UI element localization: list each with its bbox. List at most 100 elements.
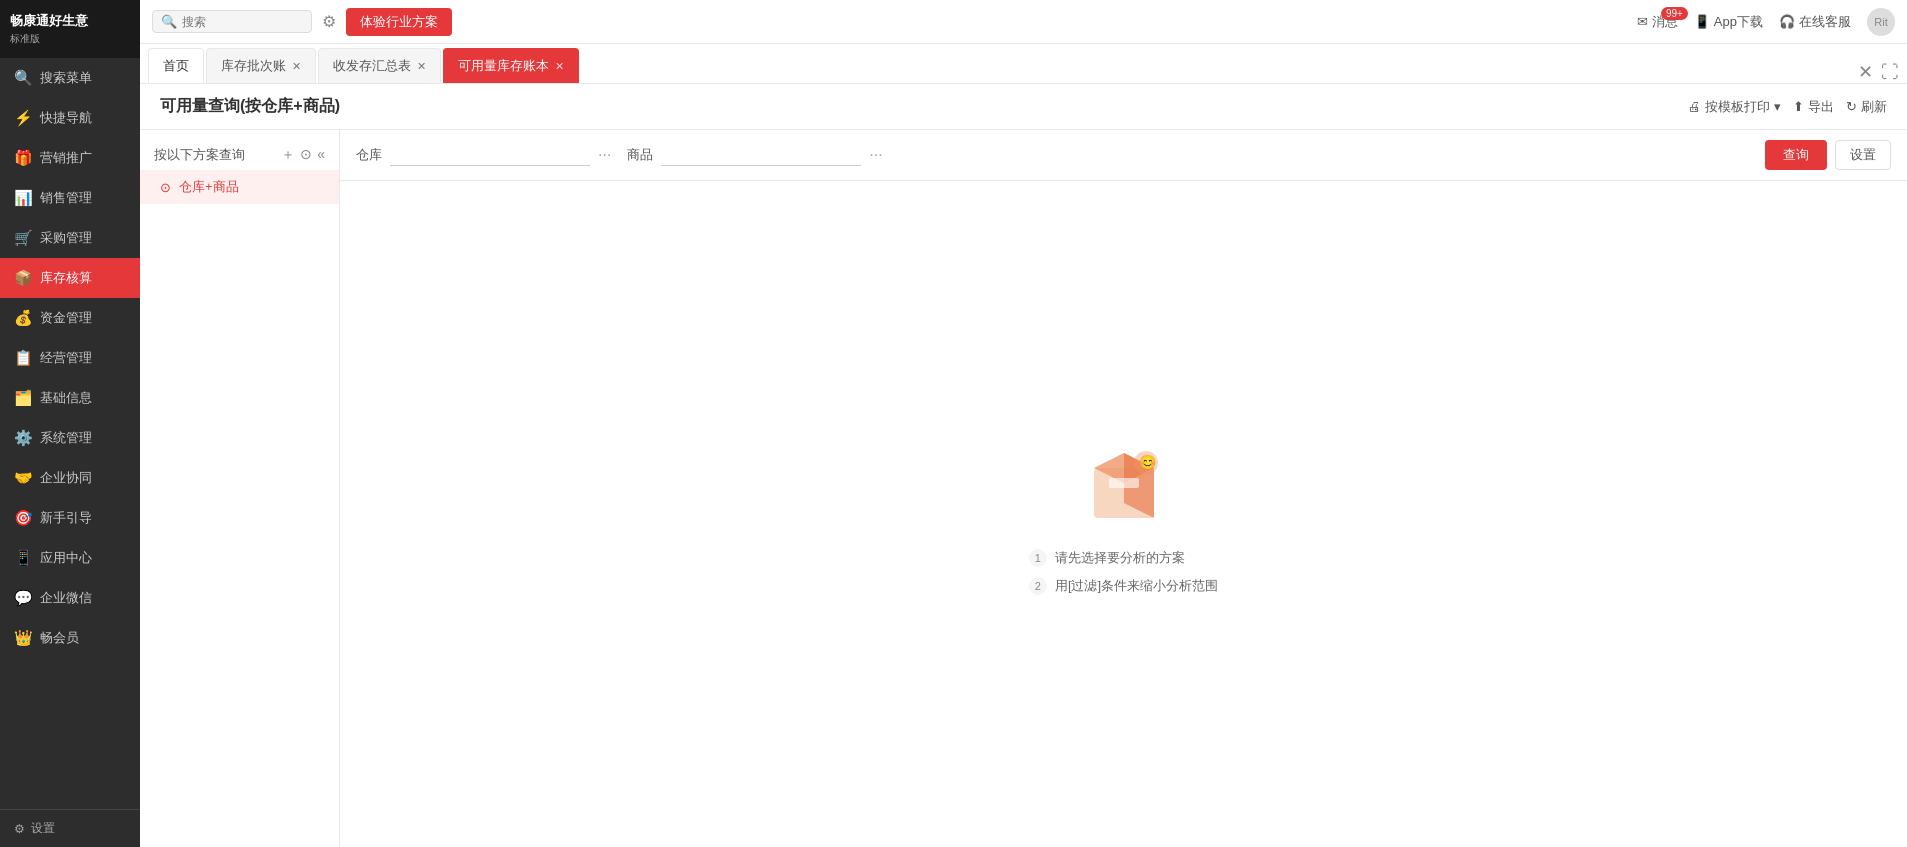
sidebar-item-wechat[interactable]: 💬 企业微信 — [0, 578, 140, 618]
tabs-bar: 首页 库存批次账 ✕ 收发存汇总表 ✕ 可用量库存账本 ✕ ✕ ⛶ — [140, 44, 1907, 84]
setting-btn[interactable]: 设置 — [1835, 140, 1891, 170]
page-actions: 🖨 按模板打印 ▾ ⬆ 导出 ↻ 刷新 — [1688, 98, 1887, 116]
refresh-btn[interactable]: ↻ 刷新 — [1846, 98, 1887, 116]
brand-version: 标准版 — [10, 32, 40, 46]
sidebar-item-inventory[interactable]: 📦 库存核算 — [0, 258, 140, 298]
search-input[interactable] — [182, 15, 282, 29]
left-panel-actions: ＋ ⊙ « — [281, 146, 325, 164]
add-scheme-btn[interactable]: ＋ — [281, 146, 295, 164]
sidebar-item-newbie[interactable]: 🎯 新手引导 — [0, 498, 140, 538]
tip-text-2: 用[过滤]条件来缩小分析范围 — [1055, 577, 1218, 595]
scheme-label: 仓库+商品 — [179, 178, 239, 196]
message-btn[interactable]: ✉ 消息 99+ — [1637, 13, 1678, 31]
warehouse-more-btn[interactable]: ··· — [598, 146, 611, 164]
tab-close-summary[interactable]: ✕ — [417, 60, 426, 73]
sidebar-label-inventory: 库存核算 — [40, 269, 92, 287]
export-icon: ⬆ — [1793, 99, 1804, 114]
scheme-settings-btn[interactable]: ⊙ — [300, 146, 312, 164]
topbar: 🔍 ⚙ 体验行业方案 ✉ 消息 99+ 📱 App下载 🎧 在线客服 Rit — [140, 0, 1907, 44]
search-icon: 🔍 — [14, 69, 32, 87]
collapse-panel-btn[interactable]: « — [317, 146, 325, 164]
tip-num-1: 1 — [1029, 549, 1047, 567]
product-input[interactable] — [661, 144, 861, 166]
sidebar-item-member[interactable]: 👑 畅会员 — [0, 618, 140, 658]
settings-icon: ⚙ — [14, 822, 25, 836]
tip-text-1: 请先选择要分析的方案 — [1055, 549, 1185, 567]
wechat-icon: 💬 — [14, 589, 32, 607]
sidebar-scroll: 🔍 搜索菜单 ⚡ 快捷导航 🎁 营销推广 📊 销售管理 🛒 采购管理 📦 库存核… — [0, 58, 140, 809]
sidebar-item-enterprise[interactable]: 🤝 企业协同 — [0, 458, 140, 498]
tab-label-summary: 收发存汇总表 — [333, 57, 411, 75]
left-panel: 按以下方案查询 ＋ ⊙ « ⊙ 仓库+商品 — [140, 130, 340, 847]
query-btn[interactable]: 查询 — [1765, 140, 1827, 170]
sidebar-label-enterprise: 企业协同 — [40, 469, 92, 487]
service-label: 在线客服 — [1799, 13, 1851, 31]
empty-illustration: 😊 — [1074, 433, 1174, 533]
print-label: 按模板打印 — [1705, 98, 1770, 116]
sidebar-item-finance[interactable]: 💰 资金管理 — [0, 298, 140, 338]
brand-name: 畅康通好生意 — [10, 12, 88, 30]
filter-actions: 查询 设置 — [1765, 140, 1891, 170]
content-area: 按以下方案查询 ＋ ⊙ « ⊙ 仓库+商品 仓库 ··· — [140, 130, 1907, 847]
tab-label-available: 可用量库存账本 — [458, 57, 549, 75]
refresh-label: 刷新 — [1861, 98, 1887, 116]
sidebar-item-search[interactable]: 🔍 搜索菜单 — [0, 58, 140, 98]
tab-label-batch: 库存批次账 — [221, 57, 286, 75]
empty-tips: 1 请先选择要分析的方案 2 用[过滤]条件来缩小分析范围 — [1029, 549, 1218, 595]
sidebar-item-sales[interactable]: 📊 销售管理 — [0, 178, 140, 218]
app-label: App下载 — [1714, 13, 1763, 31]
apps-icon: 📱 — [14, 549, 32, 567]
tab-batch[interactable]: 库存批次账 ✕ — [206, 48, 316, 83]
left-panel-title: 按以下方案查询 — [154, 146, 273, 164]
industry-btn[interactable]: 体验行业方案 — [346, 8, 452, 36]
operations-icon: 📋 — [14, 349, 32, 367]
sidebar-item-marketing[interactable]: 🎁 营销推广 — [0, 138, 140, 178]
tab-home[interactable]: 首页 — [148, 48, 204, 83]
product-label: 商品 — [627, 146, 653, 164]
sidebar-label-operations: 经营管理 — [40, 349, 92, 367]
search-icon: 🔍 — [161, 14, 177, 29]
sidebar-item-apps[interactable]: 📱 应用中心 — [0, 538, 140, 578]
print-btn[interactable]: 🖨 按模板打印 ▾ — [1688, 98, 1781, 116]
tab-summary[interactable]: 收发存汇总表 ✕ — [318, 48, 441, 83]
warehouse-label: 仓库 — [356, 146, 382, 164]
gear-icon[interactable]: ⚙ — [322, 12, 336, 31]
tab-label-home: 首页 — [163, 57, 189, 75]
basic-icon: 🗂️ — [14, 389, 32, 407]
user-avatar[interactable]: Rit — [1867, 8, 1895, 36]
sidebar-label-apps: 应用中心 — [40, 549, 92, 567]
svg-text:😊: 😊 — [1139, 454, 1157, 471]
sales-icon: 📊 — [14, 189, 32, 207]
member-icon: 👑 — [14, 629, 32, 647]
left-panel-items: ⊙ 仓库+商品 — [140, 170, 339, 204]
sidebar-label-member: 畅会员 — [40, 629, 79, 647]
sidebar-bottom: ⚙ 设置 — [0, 809, 140, 847]
sidebar-item-purchase[interactable]: 🛒 采购管理 — [0, 218, 140, 258]
sidebar-item-shortcut[interactable]: ⚡ 快捷导航 — [0, 98, 140, 138]
sidebar-item-operations[interactable]: 📋 经营管理 — [0, 338, 140, 378]
tab-available[interactable]: 可用量库存账本 ✕ — [443, 48, 579, 83]
sidebar-item-basic[interactable]: 🗂️ 基础信息 — [0, 378, 140, 418]
product-field: 商品 ··· — [627, 144, 882, 166]
tabs-right: ✕ ⛶ — [1858, 61, 1907, 83]
empty-state: 😊 1 请先选择要分析的方案 2 用[过滤]条件来缩小分析范围 — [340, 181, 1907, 847]
main-area: 🔍 ⚙ 体验行业方案 ✉ 消息 99+ 📱 App下载 🎧 在线客服 Rit — [140, 0, 1907, 847]
system-icon: ⚙️ — [14, 429, 32, 447]
product-more-btn[interactable]: ··· — [869, 146, 882, 164]
online-service-btn[interactable]: 🎧 在线客服 — [1779, 13, 1851, 31]
expand-tab-btn[interactable]: ⛶ — [1881, 62, 1899, 83]
sidebar-bottom-label: 设置 — [31, 820, 55, 837]
sidebar-label-newbie: 新手引导 — [40, 509, 92, 527]
tab-close-batch[interactable]: ✕ — [292, 60, 301, 73]
chevron-down-icon: ▾ — [1774, 99, 1781, 114]
app-download-btn[interactable]: 📱 App下载 — [1694, 13, 1763, 31]
left-panel-item[interactable]: ⊙ 仓库+商品 — [140, 170, 339, 204]
newbie-icon: 🎯 — [14, 509, 32, 527]
close-tab-btn[interactable]: ✕ — [1858, 61, 1873, 83]
topbar-search[interactable]: 🔍 — [152, 10, 312, 33]
sidebar-item-system[interactable]: ⚙️ 系统管理 — [0, 418, 140, 458]
filter-bar: 仓库 ··· 商品 ··· 查询 设置 — [340, 130, 1907, 181]
warehouse-input[interactable] — [390, 144, 590, 166]
export-btn[interactable]: ⬆ 导出 — [1793, 98, 1834, 116]
tab-close-available[interactable]: ✕ — [555, 60, 564, 73]
